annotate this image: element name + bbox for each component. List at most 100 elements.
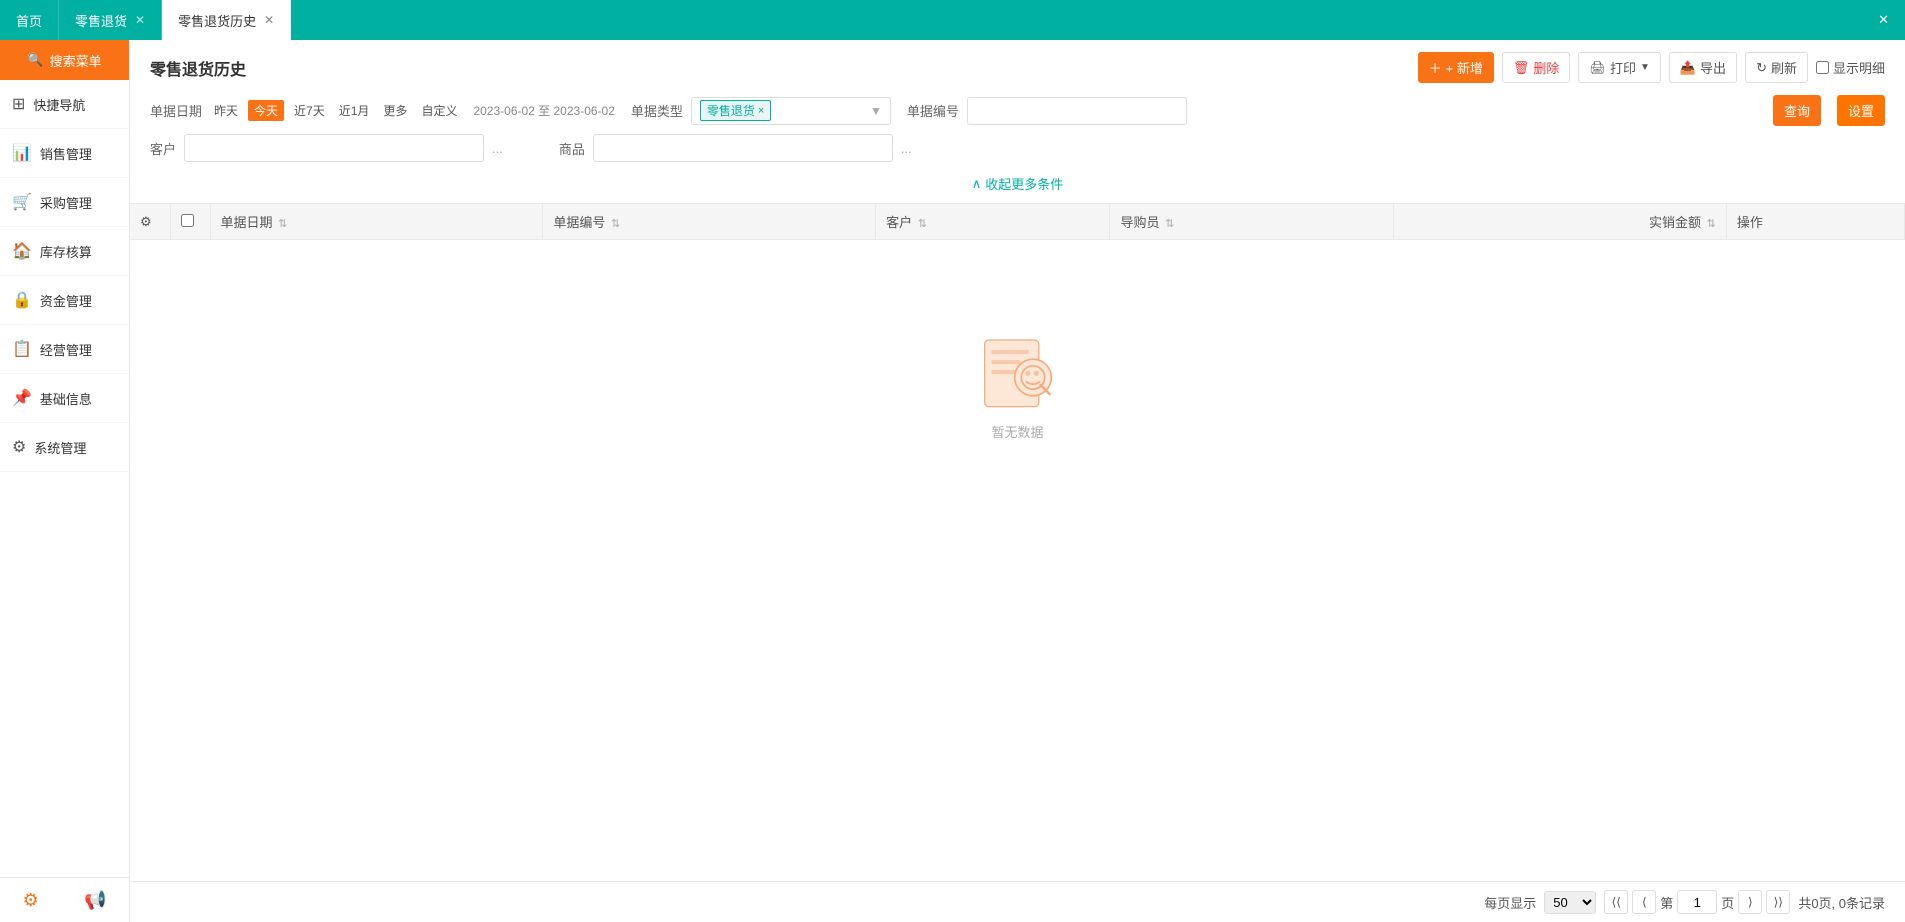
- tab-home[interactable]: 首页: [0, 0, 59, 40]
- select-all-checkbox[interactable]: [181, 214, 194, 227]
- date-btn-7days[interactable]: 近7天: [290, 101, 329, 120]
- date-filter-group: 单据日期 昨天 今天 近7天 近1月 更多 自定义 2023-06-02 至 2…: [150, 100, 615, 121]
- date-btn-custom[interactable]: 自定义: [417, 101, 461, 120]
- new-button[interactable]: ＋ + 新增: [1418, 52, 1494, 83]
- tab-retail-return-history-close[interactable]: ✕: [264, 13, 274, 27]
- settings-filter-button[interactable]: 设置: [1837, 95, 1885, 126]
- sidebar-item-sales[interactable]: 📊 销售管理: [0, 129, 129, 178]
- print-icon: 🖨: [1589, 60, 1606, 76]
- date-btn-more[interactable]: 更多: [379, 101, 411, 120]
- sidebar-settings-btn[interactable]: ⚙: [23, 890, 39, 911]
- sidebar-item-label: 系统管理: [34, 438, 86, 457]
- refresh-button[interactable]: ↻ 刷新: [1745, 52, 1808, 83]
- purchase-icon: 🛒: [12, 192, 32, 212]
- sidebar-item-label: 资金管理: [40, 291, 92, 310]
- sidebar-item-finance[interactable]: 🔒 资金管理: [0, 276, 129, 325]
- sidebar-item-system[interactable]: ⚙ 系统管理: [0, 423, 129, 472]
- doc-type-filter-group: 单据类型 零售退货 × ▼: [631, 97, 891, 125]
- date-range-display: 2023-06-02 至 2023-06-02: [473, 102, 614, 119]
- tab-retail-return-close[interactable]: ✕: [135, 13, 145, 27]
- query-button[interactable]: 查询: [1773, 95, 1821, 126]
- first-page-btn[interactable]: ⟨⟨: [1604, 890, 1628, 914]
- page-input[interactable]: [1677, 890, 1717, 914]
- doc-no-label: 单据编号: [907, 101, 959, 120]
- sidebar-item-quick-nav[interactable]: ⊞ 快捷导航: [0, 80, 129, 129]
- tab-retail-return-label: 零售退货: [75, 11, 127, 30]
- pagination-bar: 每页显示 10 20 50 100 ⟨⟨ ⟨ 第 页 ⟩ ⟩⟩ 共0页, 0条记…: [130, 881, 1905, 922]
- th-no-sort-icon[interactable]: ⇅: [611, 218, 620, 230]
- th-guide-sort-icon[interactable]: ⇅: [1165, 218, 1174, 230]
- doc-type-dropdown-icon: ▼: [870, 104, 882, 118]
- collapse-icon: ∧: [972, 176, 982, 192]
- th-customer-sort-icon[interactable]: ⇅: [918, 218, 927, 230]
- tab-retail-return[interactable]: 零售退货 ✕: [59, 0, 162, 40]
- th-no: 单据编号 ⇅: [543, 204, 876, 240]
- top-bar: 首页 零售退货 ✕ 零售退货历史 ✕ ✕: [0, 0, 1905, 40]
- customer-filter-group: 客户 ...: [150, 134, 503, 162]
- th-date-label: 单据日期: [221, 215, 273, 230]
- th-settings[interactable]: ⚙: [130, 204, 170, 240]
- doc-type-remove[interactable]: ×: [758, 105, 764, 117]
- date-btn-today[interactable]: 今天: [248, 100, 284, 121]
- goods-label: 商品: [559, 139, 585, 158]
- delete-button[interactable]: 🗑 删除: [1502, 52, 1571, 83]
- sidebar-item-purchase[interactable]: 🛒 采购管理: [0, 178, 129, 227]
- new-label: + 新增: [1446, 58, 1483, 77]
- table-header: ⚙ 单据日期 ⇅ 单据编号 ⇅ 客户: [130, 204, 1905, 240]
- show-detail-label: 显示明细: [1833, 58, 1885, 77]
- toolbar: ＋ + 新增 🗑 删除 🖨 打印 ▼ 📤 导出: [1418, 52, 1885, 83]
- sidebar-search[interactable]: 🔍 搜索菜单: [0, 40, 129, 80]
- th-no-label: 单据编号: [553, 215, 605, 230]
- goods-input[interactable]: [593, 134, 893, 162]
- sidebar: 🔍 搜索菜单 ⊞ 快捷导航 📊 销售管理 🛒 采购管理 🏠 库存核算 🔒: [0, 40, 130, 922]
- print-button[interactable]: 🖨 打印 ▼: [1578, 52, 1660, 83]
- data-table: ⚙ 单据日期 ⇅ 单据编号 ⇅ 客户: [130, 204, 1905, 240]
- sidebar-item-label: 经营管理: [40, 340, 92, 359]
- sidebar-item-operations[interactable]: 📋 经营管理: [0, 325, 129, 374]
- date-btn-yesterday[interactable]: 昨天: [210, 101, 242, 120]
- doc-type-select[interactable]: 零售退货 × ▼: [691, 97, 891, 125]
- date-btn-1month[interactable]: 近1月: [335, 101, 374, 120]
- sidebar-speaker-btn[interactable]: 📢: [84, 890, 106, 911]
- next-page-btn[interactable]: ⟩: [1738, 890, 1762, 914]
- sidebar-item-basic-info[interactable]: 📌 基础信息: [0, 374, 129, 423]
- th-guide: 导购员 ⇅: [1110, 204, 1394, 240]
- per-page-select[interactable]: 10 20 50 100: [1544, 891, 1596, 914]
- sidebar-item-label: 库存核算: [40, 242, 92, 261]
- th-date-sort-icon[interactable]: ⇅: [278, 218, 287, 230]
- th-action-label: 操作: [1737, 215, 1763, 230]
- tab-retail-return-history-label: 零售退货历史: [178, 11, 256, 30]
- tab-retail-return-history[interactable]: 零售退货历史 ✕: [162, 0, 291, 40]
- inventory-icon: 🏠: [12, 241, 32, 261]
- basic-info-icon: 📌: [12, 388, 32, 408]
- th-checkbox[interactable]: [170, 204, 210, 240]
- th-guide-label: 导购员: [1120, 215, 1159, 230]
- topbar-close-btn[interactable]: ✕: [1878, 12, 1905, 28]
- show-detail-checkbox-label[interactable]: 显示明细: [1816, 58, 1885, 77]
- collapse-row: ∧ 收起更多条件: [150, 170, 1885, 193]
- th-amount-sort-icon[interactable]: ⇅: [1707, 218, 1716, 230]
- export-label: 导出: [1700, 58, 1726, 77]
- goods-ellipsis: ...: [901, 141, 912, 156]
- page-suffix: 页: [1721, 893, 1734, 912]
- prev-page-btn[interactable]: ⟨: [1632, 890, 1656, 914]
- show-detail-checkbox[interactable]: [1816, 61, 1829, 74]
- main-layout: 🔍 搜索菜单 ⊞ 快捷导航 📊 销售管理 🛒 采购管理 🏠 库存核算 🔒: [0, 40, 1905, 922]
- collapse-button[interactable]: ∧ 收起更多条件: [972, 174, 1064, 193]
- empty-icon: [968, 320, 1068, 410]
- last-page-btn[interactable]: ⟩⟩: [1766, 890, 1790, 914]
- customer-input[interactable]: [184, 134, 484, 162]
- tab-home-label: 首页: [16, 11, 42, 30]
- sales-icon: 📊: [12, 143, 32, 163]
- doc-no-input[interactable]: [967, 97, 1187, 125]
- page-label: 第: [1660, 893, 1673, 912]
- search-icon: 🔍: [27, 52, 43, 68]
- sidebar-item-label: 采购管理: [40, 193, 92, 212]
- export-button[interactable]: 📤 导出: [1669, 52, 1737, 83]
- delete-label: 删除: [1533, 58, 1559, 77]
- sidebar-item-inventory[interactable]: 🏠 库存核算: [0, 227, 129, 276]
- empty-text: 暂无数据: [991, 422, 1043, 441]
- date-options: 昨天 今天 近7天 近1月 更多 自定义: [210, 100, 461, 121]
- table-header-row: ⚙ 单据日期 ⇅ 单据编号 ⇅ 客户: [130, 204, 1905, 240]
- collapse-label: 收起更多条件: [985, 174, 1063, 193]
